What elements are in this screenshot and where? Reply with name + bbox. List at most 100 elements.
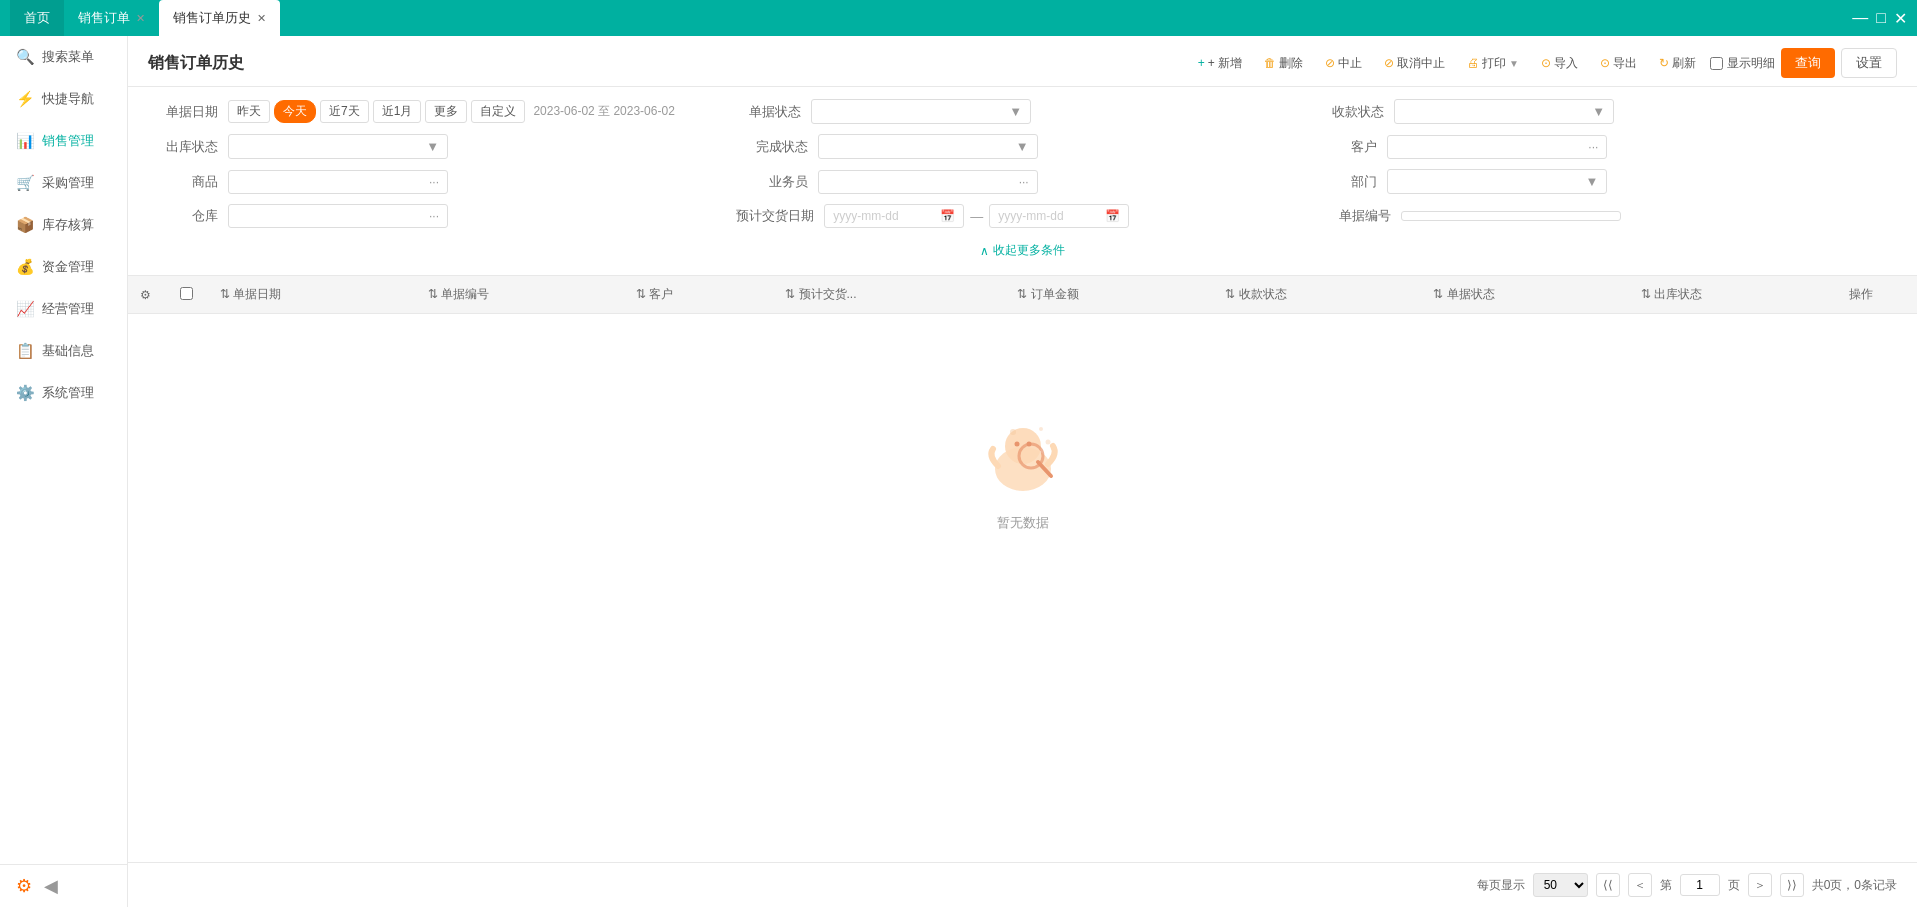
sidebar-item-quick-nav[interactable]: ⚡ 快捷导航	[0, 78, 127, 120]
print-dropdown-icon: ▼	[1509, 58, 1519, 69]
per-page-label: 每页显示	[1477, 877, 1525, 894]
warehouse-status-select[interactable]: ▼	[228, 134, 448, 159]
delivery-date-group: yyyy-mm-dd 📅 — yyyy-mm-dd 📅	[824, 204, 1129, 228]
sidebar-item-search[interactable]: 🔍 搜索菜单	[0, 36, 127, 78]
delivery-date-end-input[interactable]: yyyy-mm-dd 📅	[989, 204, 1129, 228]
delete-button[interactable]: 🗑 删除	[1256, 50, 1311, 77]
operations-icon: 📈	[16, 300, 34, 318]
sidebar-collapse-icon[interactable]: ◀	[44, 875, 58, 897]
tab-sales-order-close[interactable]: ✕	[136, 12, 145, 25]
pagination: 每页显示 50 10 20 100 ⟨⟨ ＜ 第 页 ＞ ⟩⟩ 共0页，0条记录	[128, 862, 1917, 907]
custom-btn[interactable]: 自定义	[471, 100, 525, 123]
delivery-date-start-input[interactable]: yyyy-mm-dd 📅	[824, 204, 964, 228]
refresh-icon: ↻	[1659, 56, 1669, 70]
first-page-btn[interactable]: ⟨⟨	[1596, 873, 1620, 897]
7days-btn[interactable]: 近7天	[320, 100, 369, 123]
sidebar-item-inventory[interactable]: 📦 库存核算	[0, 204, 127, 246]
warehouse-input[interactable]: ···	[228, 204, 448, 228]
goods-control: ···	[228, 170, 738, 194]
stop-button[interactable]: ⊘ 中止	[1317, 50, 1370, 77]
more-btn[interactable]: 更多	[425, 100, 467, 123]
query-button[interactable]: 查询	[1781, 48, 1835, 78]
payment-status-label: 收款状态	[1314, 103, 1394, 121]
department-select[interactable]: ▼	[1387, 169, 1607, 194]
new-icon: +	[1198, 56, 1205, 70]
customer-input[interactable]: ···	[1387, 135, 1607, 159]
display-detail-checkbox[interactable]	[1710, 57, 1723, 70]
warehouse-status-arrow: ▼	[426, 139, 439, 154]
th-delivery: ⇅ 预计交货...	[773, 276, 1005, 314]
prev-page-btn[interactable]: ＜	[1628, 873, 1652, 897]
goods-dots-icon[interactable]: ···	[429, 175, 439, 189]
sidebar-item-purchase[interactable]: 🛒 采购管理	[0, 162, 127, 204]
sidebar-item-finance[interactable]: 💰 资金管理	[0, 246, 127, 288]
th-checkbox[interactable]	[168, 276, 208, 314]
per-page-select[interactable]: 50 10 20 100	[1533, 873, 1588, 897]
order-number-input[interactable]	[1401, 211, 1621, 221]
order-status-arrow: ▼	[1009, 104, 1022, 119]
minimize-icon[interactable]: —	[1852, 9, 1868, 27]
th-customer: ⇅ 客户	[624, 276, 773, 314]
maximize-icon[interactable]: □	[1876, 9, 1886, 27]
collapse-up-icon: ∧	[980, 244, 989, 258]
th-amount: ⇅ 订单金额	[1005, 276, 1213, 314]
th-settings[interactable]: ⚙	[128, 276, 168, 314]
warehouse-label: 仓库	[148, 207, 228, 225]
salesperson-input[interactable]: ···	[818, 170, 1038, 194]
salesperson-dots-icon[interactable]: ···	[1019, 175, 1029, 189]
tab-sales-order[interactable]: 销售订单 ✕	[64, 0, 159, 36]
sidebar-item-operations[interactable]: 📈 经营管理	[0, 288, 127, 330]
base-info-icon: 📋	[16, 342, 34, 360]
next-page-btn[interactable]: ＞	[1748, 873, 1772, 897]
warehouse-dots-icon[interactable]: ···	[429, 209, 439, 223]
tab-sales-order-history[interactable]: 销售订单历史 ✕	[159, 0, 280, 36]
settings-gear-icon[interactable]: ⚙	[140, 288, 151, 302]
order-status-control: ▼	[811, 99, 1314, 124]
today-btn[interactable]: 今天	[274, 100, 316, 123]
1month-btn[interactable]: 近1月	[373, 100, 422, 123]
print-icon: 🖨	[1467, 56, 1479, 70]
sidebar-item-sales[interactable]: 📊 销售管理	[0, 120, 127, 162]
department-label: 部门	[1327, 173, 1387, 191]
tab-sales-order-history-close[interactable]: ✕	[257, 12, 266, 25]
collapse-button[interactable]: ∧ 收起更多条件	[148, 238, 1897, 263]
close-window-icon[interactable]: ✕	[1894, 9, 1907, 28]
cancel-stop-button[interactable]: ⊘ 取消中止	[1376, 50, 1453, 77]
new-button[interactable]: + + 新增	[1190, 50, 1250, 77]
delete-icon: 🗑	[1264, 56, 1276, 70]
svg-point-7	[1039, 427, 1043, 431]
export-icon: ⊙	[1600, 56, 1610, 70]
complete-status-control: ▼	[818, 134, 1328, 159]
last-page-btn[interactable]: ⟩⟩	[1780, 873, 1804, 897]
yesterday-btn[interactable]: 昨天	[228, 100, 270, 123]
sidebar-settings-icon[interactable]: ⚙	[16, 875, 32, 897]
svg-point-8	[1045, 440, 1050, 445]
customer-dots-icon[interactable]: ···	[1588, 140, 1598, 154]
complete-status-arrow: ▼	[1016, 139, 1029, 154]
complete-status-select[interactable]: ▼	[818, 134, 1038, 159]
tab-home[interactable]: 首页	[10, 0, 64, 36]
page-prefix: 第	[1660, 877, 1672, 894]
refresh-button[interactable]: ↻ 刷新	[1651, 50, 1704, 77]
svg-point-6	[1010, 429, 1016, 435]
display-detail-checkbox-label[interactable]: 显示明细	[1710, 55, 1775, 72]
print-button[interactable]: 🖨 打印 ▼	[1459, 50, 1527, 77]
select-all-checkbox[interactable]	[180, 287, 193, 300]
page-suffix: 页	[1728, 877, 1740, 894]
export-button[interactable]: ⊙ 导出	[1592, 50, 1645, 77]
sidebar-item-system[interactable]: ⚙️ 系统管理	[0, 372, 127, 414]
order-status-select[interactable]: ▼	[811, 99, 1031, 124]
filter-row-2: 出库状态 ▼ 完成状态 ▼ 客户	[148, 134, 1897, 159]
import-button[interactable]: ⊙ 导入	[1533, 50, 1586, 77]
payment-status-select[interactable]: ▼	[1394, 99, 1614, 124]
data-table: ⚙ ⇅ 单据日期 ⇅ 单据编号	[128, 276, 1917, 612]
warehouse-control: ···	[228, 204, 724, 228]
goods-input[interactable]: ···	[228, 170, 448, 194]
department-arrow: ▼	[1585, 174, 1598, 189]
page-input[interactable]	[1680, 874, 1720, 896]
settings-button[interactable]: 设置	[1841, 48, 1897, 78]
payment-status-arrow: ▼	[1592, 104, 1605, 119]
sidebar-item-quick-nav-label: 快捷导航	[42, 90, 94, 108]
sidebar-item-base-info[interactable]: 📋 基础信息	[0, 330, 127, 372]
tab-sales-order-label: 销售订单	[78, 9, 130, 27]
